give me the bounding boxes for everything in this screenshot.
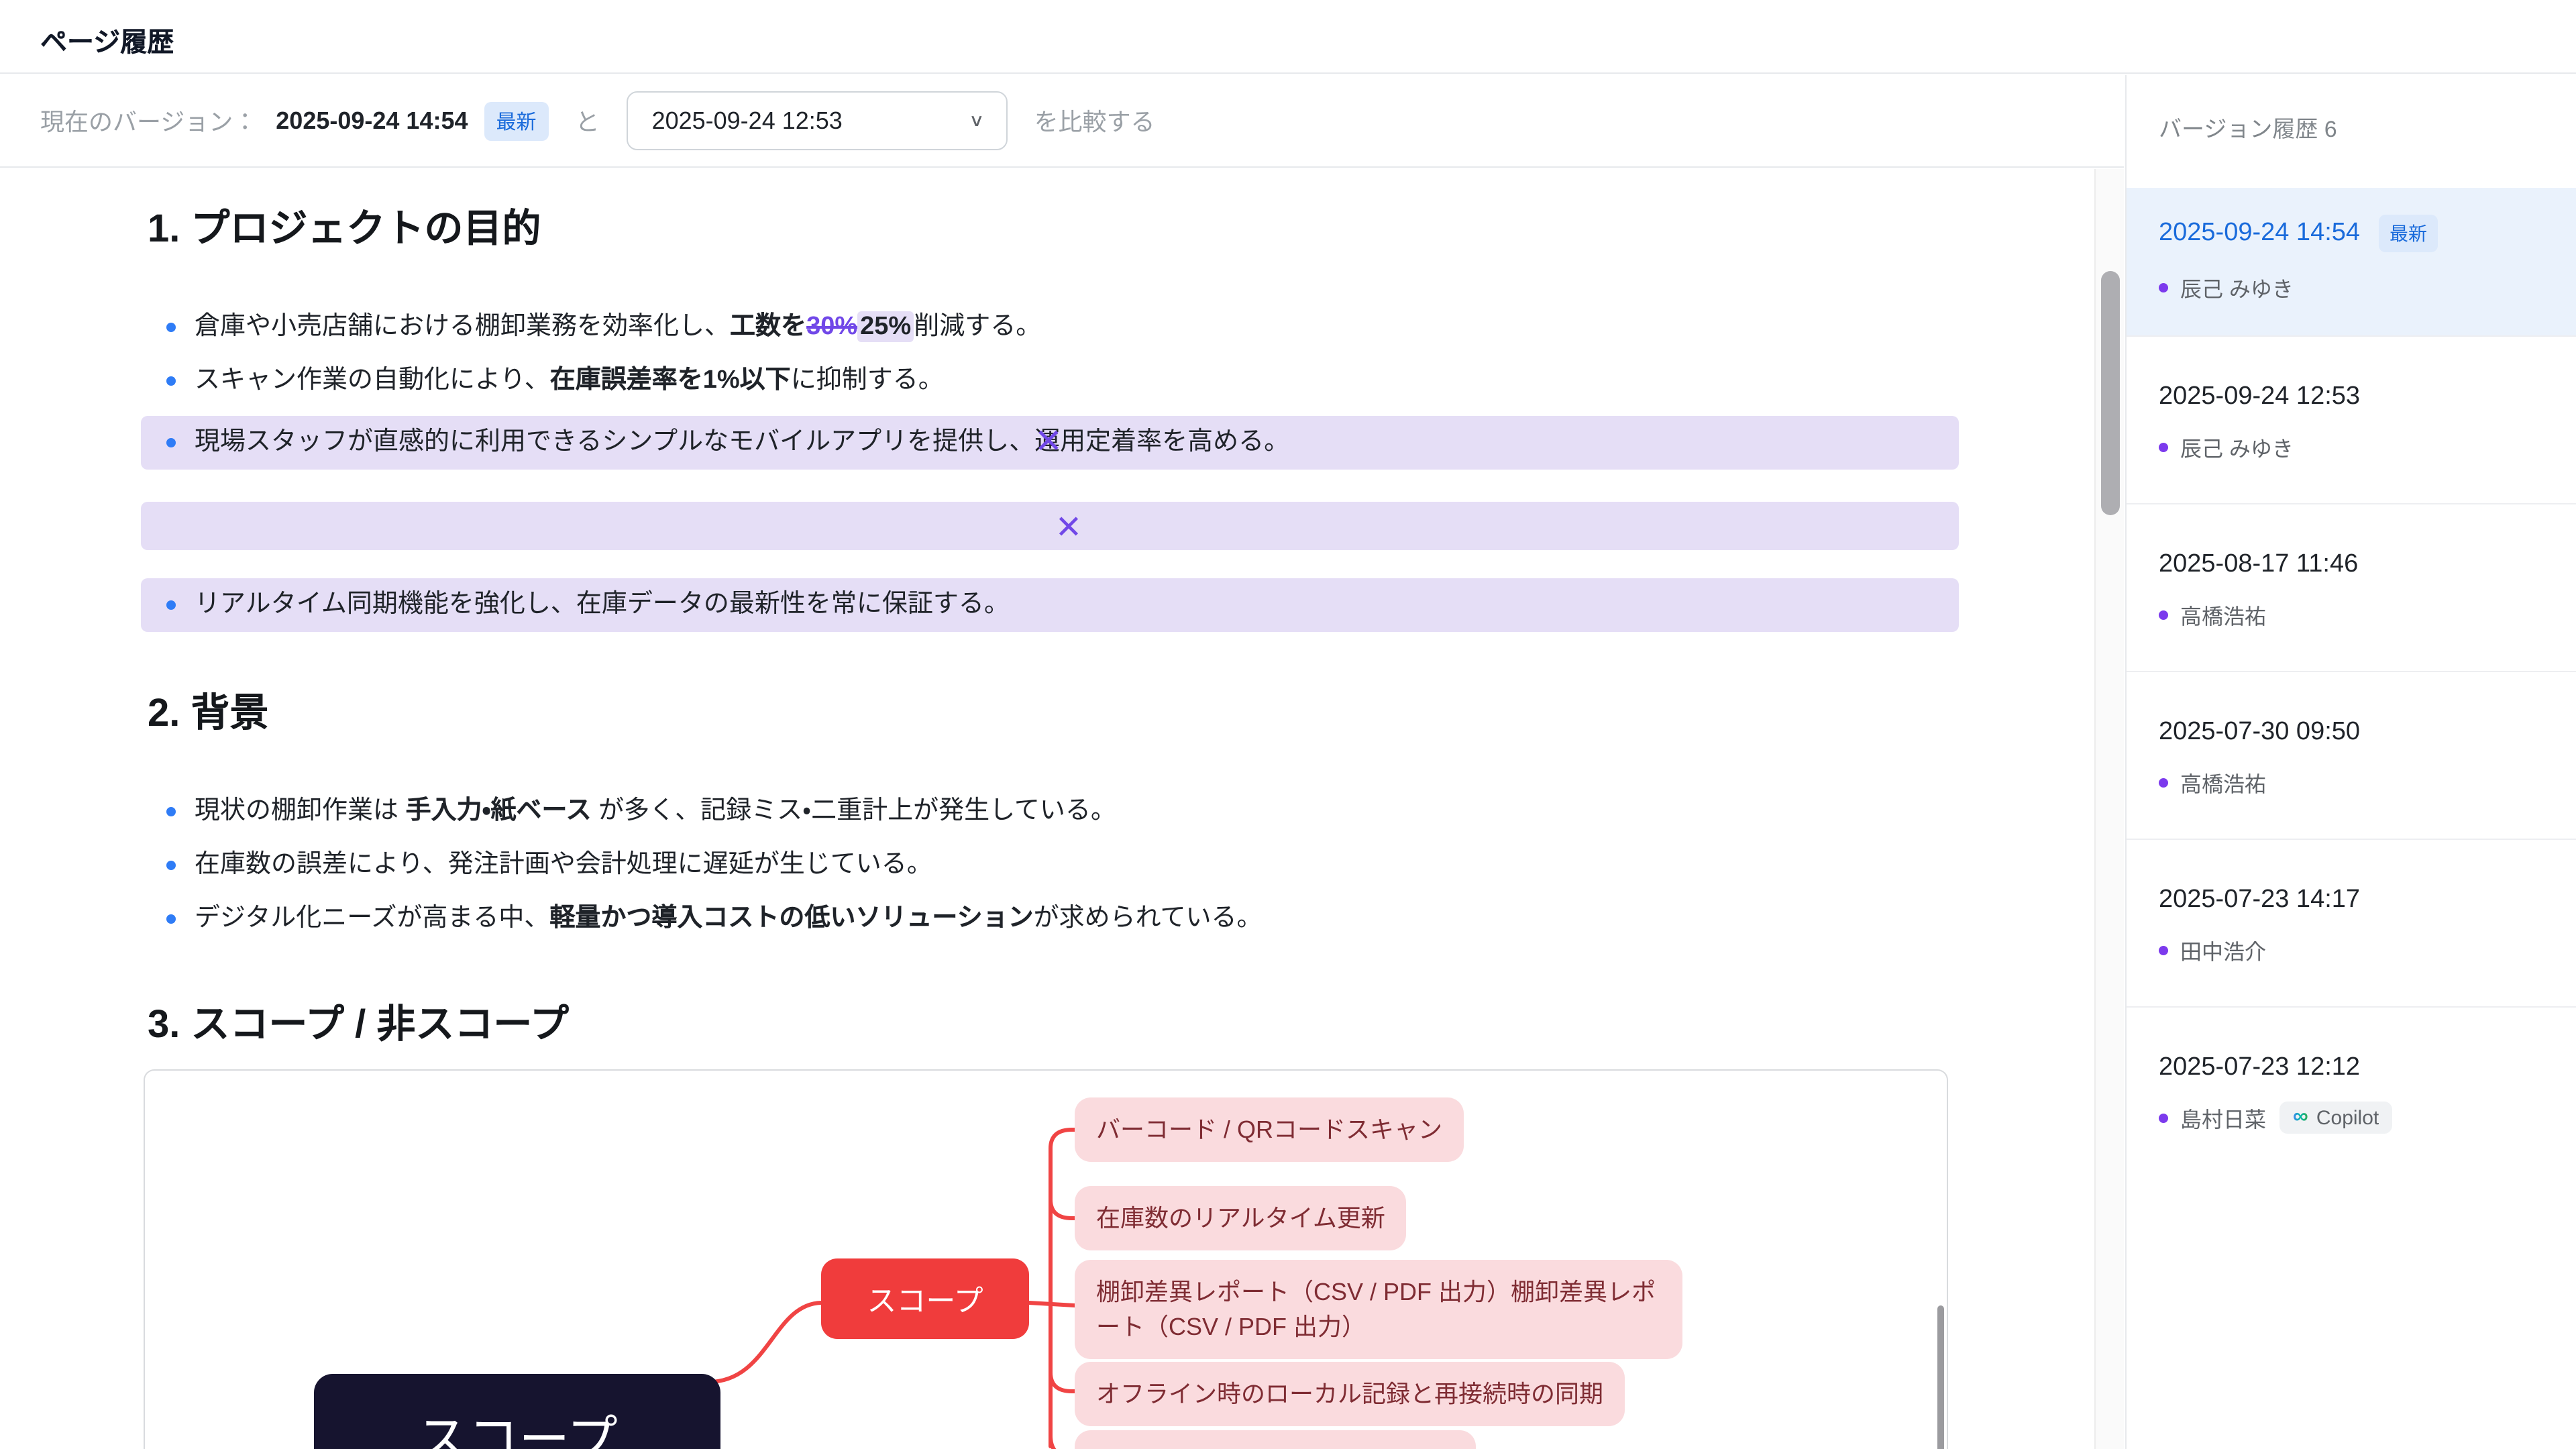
latest-badge: 最新 (484, 101, 549, 140)
author-dot-icon (2159, 1113, 2168, 1122)
bullet-text: 削減する。 (914, 313, 1041, 341)
page-title: ページ履歴 (40, 20, 174, 59)
bullet-text: 在庫数の誤差により、発注計画や会計処理に遅延が生じている。 (195, 851, 932, 879)
bullet-item: 現状の棚卸作業は 手入力・紙ベース が多く、記録ミス・二重計上が発生している。 (141, 785, 1959, 839)
bullet-text: に抑制する。 (791, 366, 944, 394)
version-date-link[interactable]: 2025-07-30 09:50 (2159, 718, 2360, 747)
author-name: 田中浩介 (2180, 934, 2266, 966)
author-dot-icon (2159, 610, 2168, 619)
delete-x-icon: ✕ (1055, 510, 1082, 546)
bullet-item: 倉庫や小売店舗における棚卸業務を効率化し、工数を30%25%削減する。 (141, 301, 1959, 354)
author-name: 高橋浩祐 (2180, 598, 2266, 631)
page-history-view: ページ履歴 現在のバージョン： 2025-09-24 14:54 最新 と 20… (0, 0, 2576, 1449)
version-item-selected[interactable]: 2025-09-24 14:54 最新 辰己 みゆき (2127, 188, 2576, 335)
bullet-item: スキャン作業の自動化により、在庫誤差率を1%以下に抑制する。 (141, 354, 1959, 408)
latest-badge: 最新 (2379, 215, 2438, 252)
version-date-link[interactable]: 2025-07-23 14:17 (2159, 885, 2360, 915)
changed-bullet-item: リアルタイム同期機能を強化し、在庫データの最新性を常に保証する。 (141, 578, 1959, 632)
bullet-text: 現場スタッフが直感的に利用できるシンプルなモバイルアプリを提供し、運用定着率を高… (195, 428, 1289, 456)
bullet-icon (166, 323, 176, 332)
bullet-text: が求められている。 (1034, 904, 1263, 932)
author-dot-icon (2159, 282, 2168, 292)
section-3-heading: 3. スコープ / 非スコープ (148, 1002, 2094, 1048)
copilot-badge: ∞ Copilot (2279, 1102, 2392, 1134)
bullet-text-bold: 軽量かつ導入コストの低いソリューション (549, 904, 1033, 932)
section-1-bullets: 倉庫や小売店舗における棚卸業務を効率化し、工数を30%25%削減する。 スキャン… (141, 301, 1959, 632)
version-item[interactable]: 2025-08-17 11:46 高橋浩祐 (2127, 503, 2576, 671)
bullet-text-bold: 手入力・紙ベース (406, 797, 592, 825)
bullet-item: 在庫数の誤差により、発注計画や会計処理に遅延が生じている。 (141, 839, 1959, 892)
mindmap-leaf-node[interactable]: バーコード / QRコードスキャン (1075, 1097, 1464, 1162)
author-dot-icon (2159, 442, 2168, 451)
mindmap-leaf-node[interactable]: 棚卸差異レポート（CSV / PDF 出力）棚卸差異レポート（CSV / PDF… (1075, 1260, 1682, 1359)
compare-suffix-label: を比較する (1034, 103, 1155, 138)
version-date-link[interactable]: 2025-09-24 14:54 (2159, 219, 2360, 248)
bullet-item: デジタル化ニーズが高まる中、軽量かつ導入コストの低いソリューションが求められてい… (141, 892, 1959, 946)
deleted-block-row: ✕ (141, 502, 1959, 550)
bullet-icon (166, 376, 176, 386)
version-item[interactable]: 2025-07-30 09:50 高橋浩祐 (2127, 671, 2576, 839)
chevron-down-icon: ∨ (969, 110, 984, 131)
bullet-text: リアルタイム同期機能を強化し、在庫データの最新性を常に保証する。 (195, 590, 1010, 619)
bullet-icon (166, 600, 176, 610)
author-dot-icon (2159, 777, 2168, 787)
bullet-text: デジタル化ニーズが高まる中、 (195, 904, 549, 932)
branch-node-label: スコープ (867, 1277, 983, 1320)
root-node-label: スコープ (417, 1397, 617, 1449)
bullet-text: 倉庫や小売店舗における棚卸業務を効率化し、 (195, 313, 730, 341)
mindmap-leaf-node[interactable]: ユーザー権限管理（閲覧 / 更新） (1075, 1430, 1475, 1449)
version-item[interactable]: 2025-07-23 12:12 島村日菜 ∞ Copilot (2127, 1006, 2576, 1174)
version-item[interactable]: 2025-07-23 14:17 田中浩介 (2127, 839, 2576, 1006)
mindmap-leaf-node[interactable]: 在庫数のリアルタイム更新 (1075, 1186, 1407, 1250)
delete-x-icon: ✕ (1034, 415, 1063, 468)
bullet-text-bold: 工数を (730, 313, 806, 341)
section-2-heading: 2. 背景 (148, 691, 2094, 737)
compare-conjunction: と (576, 103, 600, 138)
bullet-icon (166, 807, 176, 816)
bullet-icon (166, 861, 176, 870)
version-date-link[interactable]: 2025-08-17 11:46 (2159, 550, 2358, 580)
inserted-text: 25% (857, 311, 914, 342)
version-compare-bar: 現在のバージョン： 2025-09-24 14:54 最新 と 2025-09-… (0, 75, 2124, 168)
version-history-sidebar: バージョン履歴 6 2025-09-24 14:54 最新 辰己 みゆき 202… (2125, 75, 2576, 1449)
main-scrollbar-thumb[interactable] (2101, 271, 2120, 515)
mindmap-leaf-node[interactable]: オフライン時のローカル記録と再接続時の同期 (1075, 1362, 1625, 1426)
version-date-link[interactable]: 2025-09-24 12:53 (2159, 382, 2360, 412)
author-name: 高橋浩祐 (2180, 766, 2266, 798)
version-item[interactable]: 2025-09-24 12:53 辰己 みゆき (2127, 335, 2576, 503)
version-history-title: バージョン履歴 6 (2159, 110, 2576, 144)
current-version-value: 2025-09-24 14:54 (276, 107, 468, 135)
author-name: 島村日菜 (2180, 1102, 2266, 1134)
section-1-heading: 1. プロジェクトの目的 (148, 207, 2094, 252)
copilot-infinity-icon: ∞ (2293, 1106, 2308, 1130)
changed-bullet-item: 現場スタッフが直感的に利用できるシンプルなモバイルアプリを提供し、運用定着率を高… (141, 416, 1959, 470)
bullet-text-bold: 在庫誤差率を1%以下 (550, 366, 791, 394)
compare-version-selected-value: 2025-09-24 12:53 (652, 107, 843, 135)
author-dot-icon (2159, 945, 2168, 955)
section-2-bullets: 現状の棚卸作業は 手入力・紙ベース が多く、記録ミス・二重計上が発生している。 … (141, 785, 1959, 946)
author-name: 辰己 みゆき (2180, 271, 2294, 303)
mindmap-root-node[interactable]: スコープ (314, 1374, 720, 1449)
mindmap-branch-node-scope[interactable]: スコープ (821, 1258, 1029, 1339)
version-date-link[interactable]: 2025-07-23 12:12 (2159, 1053, 2360, 1083)
main-scrollbar-track[interactable] (2094, 169, 2124, 1449)
document-diff-pane: 1. プロジェクトの目的 倉庫や小売店舗における棚卸業務を効率化し、工数を30%… (0, 169, 2094, 1449)
copilot-badge-label: Copilot (2316, 1106, 2379, 1129)
compare-version-select[interactable]: 2025-09-24 12:53 ∨ (627, 91, 1008, 150)
bullet-text: スキャン作業の自動化により、 (195, 366, 550, 394)
bullet-text: が多く、記録ミス・二重計上が発生している。 (592, 797, 1116, 825)
scope-mindmap-canvas[interactable]: スコープ スコープ バーコード / QRコードスキャン 在庫数のリアルタイム更新… (144, 1069, 1948, 1449)
deleted-text: 30% (806, 313, 857, 341)
current-version-label: 現在のバージョン： (40, 103, 257, 138)
author-name: 辰己 みゆき (2180, 431, 2294, 463)
page-header: ページ履歴 (0, 0, 2576, 74)
diagram-scrollbar-thumb[interactable] (1937, 1305, 1944, 1449)
bullet-icon (166, 438, 176, 447)
bullet-icon (166, 914, 176, 924)
bullet-text: 現状の棚卸作業は (195, 797, 406, 825)
